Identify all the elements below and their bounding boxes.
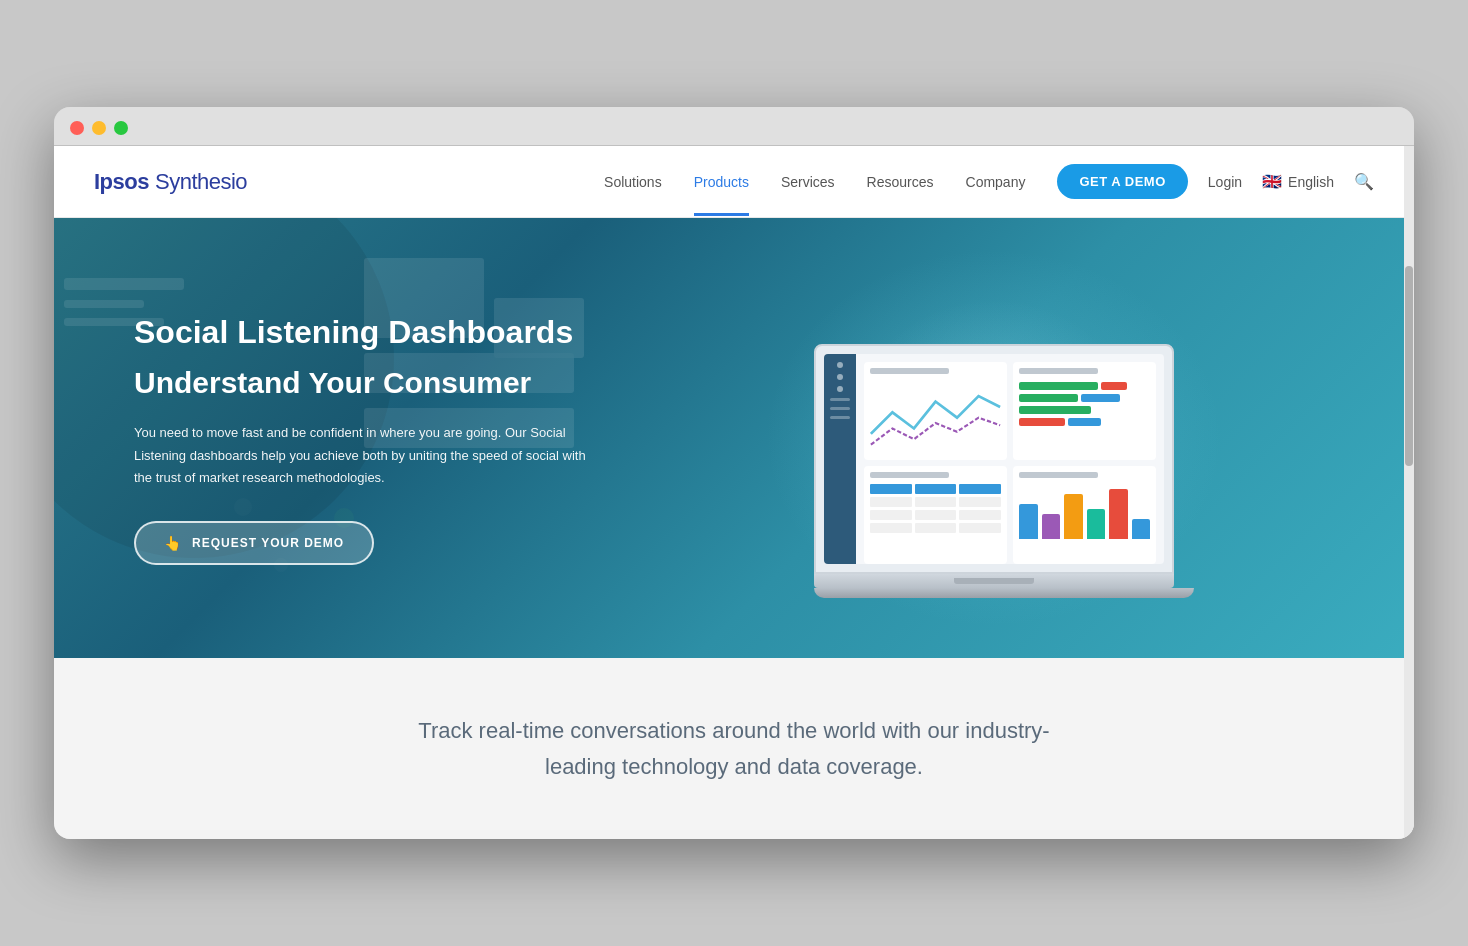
request-demo-button[interactable]: 👆 REQUEST YOUR DEMO xyxy=(134,521,374,565)
chart-panel-wave xyxy=(864,362,1007,460)
scrollbar-thumb[interactable] xyxy=(1405,266,1413,466)
hero-subtitle: Understand Your Consumer xyxy=(134,363,654,402)
hero-visual xyxy=(654,278,1334,598)
search-icon[interactable]: 🔍 xyxy=(1354,172,1374,191)
chart-panel-bars xyxy=(1013,362,1156,460)
browser-titlebar xyxy=(54,107,1414,146)
chart-panel-bubble xyxy=(1013,466,1156,564)
nav-links: Solutions Products Services Resources Co… xyxy=(604,174,1025,190)
laptop-screen-content xyxy=(824,354,1164,564)
nav-products[interactable]: Products xyxy=(694,174,749,190)
language-selector[interactable]: 🇬🇧 English xyxy=(1262,172,1334,191)
logo-ipsos: Ipsos xyxy=(94,169,149,195)
sidebar-line-1 xyxy=(830,398,850,401)
hero-cta-label: REQUEST YOUR DEMO xyxy=(192,536,344,550)
laptop-device xyxy=(814,344,1174,598)
scrollbar[interactable] xyxy=(1404,146,1414,838)
laptop-dashboard xyxy=(856,354,1164,564)
nav-resources[interactable]: Resources xyxy=(867,174,934,190)
chart-title-bar-4 xyxy=(1019,472,1098,478)
chart-title-bar xyxy=(870,368,949,374)
laptop-base xyxy=(814,574,1174,588)
laptop-sidebar xyxy=(824,354,856,564)
sidebar-line-2 xyxy=(830,407,850,410)
tagline-text: Track real-time conversations around the… xyxy=(384,713,1084,783)
login-link[interactable]: Login xyxy=(1208,174,1242,190)
laptop-stand xyxy=(814,588,1194,598)
sidebar-line-3 xyxy=(830,416,850,419)
nav-company[interactable]: Company xyxy=(966,174,1026,190)
sidebar-dot-3 xyxy=(837,386,843,392)
chart-title-bar-2 xyxy=(1019,368,1098,374)
get-demo-button[interactable]: GET A DEMO xyxy=(1057,164,1187,199)
sidebar-dot-1 xyxy=(837,362,843,368)
hero-section: Social Listening Dashboards Understand Y… xyxy=(54,218,1414,658)
nav-right-actions: GET A DEMO Login 🇬🇧 English 🔍 xyxy=(1057,164,1374,199)
minimize-button[interactable] xyxy=(92,121,106,135)
hero-title: Social Listening Dashboards xyxy=(134,312,654,354)
bg-rect-2 xyxy=(64,300,144,308)
laptop-illustration xyxy=(804,278,1184,598)
maximize-button[interactable] xyxy=(114,121,128,135)
laptop-screen xyxy=(814,344,1174,574)
language-label: English xyxy=(1288,174,1334,190)
chart-title-bar-3 xyxy=(870,472,949,478)
logo-synthesio: Synthesio xyxy=(155,169,247,195)
hero-content: Social Listening Dashboards Understand Y… xyxy=(134,312,654,565)
chart-panel-table xyxy=(864,466,1007,564)
page-content: Ipsos Synthesio Solutions Products Servi… xyxy=(54,146,1414,838)
sidebar-dot-2 xyxy=(837,374,843,380)
flag-icon: 🇬🇧 xyxy=(1262,172,1282,191)
wave-chart-svg xyxy=(870,380,1001,450)
browser-window: Ipsos Synthesio Solutions Products Servi… xyxy=(54,107,1414,838)
navbar: Ipsos Synthesio Solutions Products Servi… xyxy=(54,146,1414,218)
nav-solutions[interactable]: Solutions xyxy=(604,174,662,190)
hero-description: You need to move fast and be confident i… xyxy=(134,422,594,488)
tagline-section: Track real-time conversations around the… xyxy=(54,658,1414,838)
hand-icon: 👆 xyxy=(164,535,182,551)
site-logo[interactable]: Ipsos Synthesio xyxy=(94,169,247,195)
laptop-notch xyxy=(954,578,1034,584)
nav-services[interactable]: Services xyxy=(781,174,835,190)
close-button[interactable] xyxy=(70,121,84,135)
bg-rect-1 xyxy=(64,278,184,290)
